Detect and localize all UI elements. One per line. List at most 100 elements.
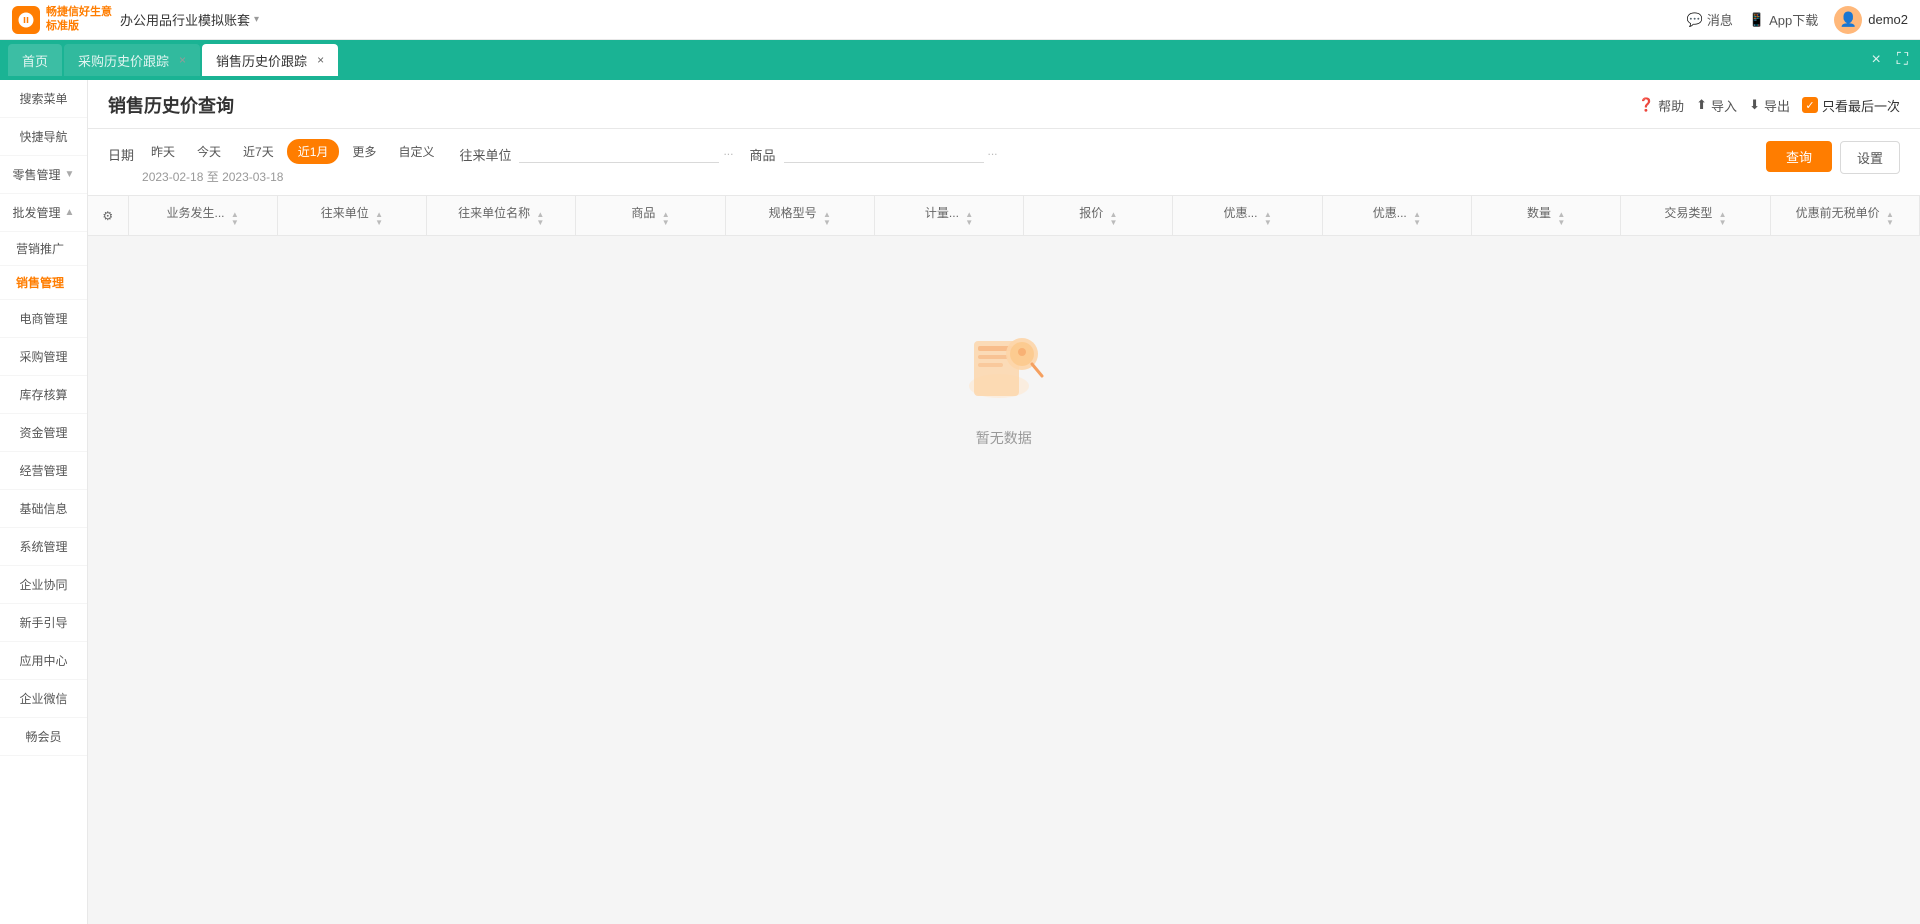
tab-purchase-history-label: 采购历史价跟踪 (78, 51, 169, 70)
sidebar-item-search-menu[interactable]: 搜索菜单 (0, 80, 87, 118)
col-partner-code[interactable]: 往来单位 ▲▼ (277, 196, 426, 236)
col-quote-price[interactable]: 报价 ▲▼ (1024, 196, 1173, 236)
sidebar-item-wholesale-mgmt[interactable]: 批发管理 ▲ (0, 194, 87, 232)
ecommerce-mgmt-label: 电商管理 (19, 310, 67, 327)
partner-input-group: ... (519, 139, 733, 163)
sort-quote-price-icon[interactable]: ▲▼ (1110, 211, 1118, 227)
sidebar-item-operations-mgmt[interactable]: 经营管理 (0, 452, 87, 490)
date-btn-today[interactable]: 今天 (188, 139, 230, 164)
member-label: 畅会员 (25, 728, 61, 745)
only-last-checkbox-label[interactable]: 只看最后一次 (1802, 96, 1900, 115)
sidebar-item-marketing-promo[interactable]: 营销推广 (0, 232, 87, 266)
empty-text: 暂无数据 (976, 428, 1032, 448)
date-options: 昨天 今天 近7天 近1月 更多 自定义 2023-02-18 至 2023-0… (142, 139, 443, 185)
date-btn-yesterday[interactable]: 昨天 (142, 139, 184, 164)
date-btn-1month[interactable]: 近1月 (287, 139, 340, 164)
date-btn-more[interactable]: 更多 (343, 139, 385, 164)
sidebar-item-retail-mgmt[interactable]: 零售管理 ▼ (0, 156, 87, 194)
sidebar-item-inventory-check[interactable]: 库存核算 (0, 376, 87, 414)
tab-home[interactable]: 首页 (8, 44, 62, 76)
sort-pretax-price-icon[interactable]: ▲▼ (1886, 211, 1894, 227)
goods-filter-label: 商品 (749, 139, 775, 164)
partner-dots[interactable]: ... (723, 144, 733, 158)
message-button[interactable]: 💬 消息 (1687, 10, 1733, 29)
sort-partner-code-icon[interactable]: ▲▼ (375, 211, 383, 227)
wholesale-expand-icon: ▲ (65, 207, 75, 218)
page-title: 销售历史价查询 (108, 92, 234, 118)
sort-partner-name-icon[interactable]: ▲▼ (536, 211, 544, 227)
export-icon: ⬇ (1749, 97, 1760, 113)
col-partner-name[interactable]: 往来单位名称 ▲▼ (427, 196, 576, 236)
sort-discount1-icon[interactable]: ▲▼ (1264, 211, 1272, 227)
col-spec-label: 规格型号 (769, 206, 817, 220)
sidebar-item-system-settings[interactable]: 系统管理 (0, 528, 87, 566)
tab-purchase-history-close[interactable]: × (179, 53, 186, 67)
sidebar-item-enterprise-collab[interactable]: 企业协同 (0, 566, 87, 604)
col-unit-label: 计量... (925, 206, 959, 220)
sidebar-item-member[interactable]: 畅会员 (0, 718, 87, 756)
col-goods[interactable]: 商品 ▲▼ (576, 196, 725, 236)
retail-mgmt-label: 零售管理 (13, 166, 61, 183)
sort-quantity-icon[interactable]: ▲▼ (1557, 211, 1565, 227)
goods-filter-group: 商品 ... (749, 139, 997, 164)
table-header: ⚙ 业务发生... ▲▼ 往来单位 ▲▼ 往来单位名称 ▲▼ (88, 196, 1920, 236)
sidebar-item-app-center[interactable]: 应用中心 (0, 642, 87, 680)
settings-button[interactable]: 设置 (1840, 141, 1900, 174)
date-buttons: 昨天 今天 近7天 近1月 更多 自定义 (142, 139, 443, 164)
close-all-tabs-button[interactable]: × (1867, 47, 1884, 73)
tab-purchase-history[interactable]: 采购历史价跟踪 × (64, 44, 200, 76)
help-button[interactable]: ❓ 帮助 (1638, 96, 1684, 115)
tab-sales-history[interactable]: 销售历史价跟踪 × (202, 44, 338, 76)
col-trade-type[interactable]: 交易类型 ▲▼ (1621, 196, 1770, 236)
sidebar-item-purchase-mgmt[interactable]: 采购管理 (0, 338, 87, 376)
settings-gear-icon[interactable]: ⚙ (102, 209, 113, 223)
sort-discount2-icon[interactable]: ▲▼ (1413, 211, 1421, 227)
sidebar-item-enterprise-wechat[interactable]: 企业微信 (0, 680, 87, 718)
col-discount1-label: 优惠... (1223, 206, 1257, 220)
import-button[interactable]: ⬆ 导入 (1696, 96, 1737, 115)
marketing-promo-label: 营销推广 (16, 242, 64, 256)
main-layout: 搜索菜单 快捷导航 零售管理 ▼ 批发管理 ▲ 营销推广 销售管理 电商管理 采… (0, 80, 1920, 924)
export-button[interactable]: ⬇ 导出 (1749, 96, 1790, 115)
sidebar-item-new-user-guide[interactable]: 新手引导 (0, 604, 87, 642)
tab-sales-history-close[interactable]: × (317, 53, 324, 67)
partner-input[interactable] (519, 139, 719, 163)
sidebar-item-basic-info[interactable]: 基础信息 (0, 490, 87, 528)
date-btn-7days[interactable]: 近7天 (234, 139, 283, 164)
sidebar-item-finance-mgmt[interactable]: 资金管理 (0, 414, 87, 452)
sort-spec-icon[interactable]: ▲▼ (823, 211, 831, 227)
col-pretax-price-label: 优惠前无税单价 (1796, 206, 1880, 220)
col-settings[interactable]: ⚙ (88, 196, 128, 236)
sidebar-item-sales-mgmt[interactable]: 销售管理 (0, 266, 87, 300)
query-button[interactable]: 查询 (1766, 141, 1832, 172)
date-btn-custom[interactable]: 自定义 (389, 139, 443, 164)
sort-goods-icon[interactable]: ▲▼ (662, 211, 670, 227)
sidebar-item-quick-nav[interactable]: 快捷导航 (0, 118, 87, 156)
col-quantity[interactable]: 数量 ▲▼ (1472, 196, 1621, 236)
sort-trade-type-icon[interactable]: ▲▼ (1719, 211, 1727, 227)
col-spec[interactable]: 规格型号 ▲▼ (725, 196, 874, 236)
goods-dots[interactable]: ... (988, 144, 998, 158)
sidebar-item-ecommerce-mgmt[interactable]: 电商管理 (0, 300, 87, 338)
date-filter-label: 日期 (108, 139, 134, 164)
user-profile[interactable]: 👤 demo2 (1834, 6, 1908, 34)
quick-nav-label: 快捷导航 (19, 128, 67, 145)
only-last-checkbox[interactable] (1802, 97, 1818, 113)
sort-biz-date-icon[interactable]: ▲▼ (231, 211, 239, 227)
col-discount1[interactable]: 优惠... ▲▼ (1173, 196, 1322, 236)
sort-unit-icon[interactable]: ▲▼ (965, 211, 973, 227)
col-biz-date-label: 业务发生... (167, 206, 225, 220)
app-download-button[interactable]: 📱 App下载 (1749, 10, 1818, 29)
fullscreen-button[interactable]: ⛶ (1893, 47, 1912, 73)
col-unit[interactable]: 计量... ▲▼ (874, 196, 1023, 236)
goods-input[interactable] (784, 139, 984, 163)
sales-mgmt-label: 销售管理 (16, 276, 64, 290)
page-header: 销售历史价查询 ❓ 帮助 ⬆ 导入 ⬇ 导出 (88, 80, 1920, 129)
wholesale-mgmt-label: 批发管理 (13, 204, 61, 221)
col-pretax-price[interactable]: 优惠前无税单价 ▲▼ (1770, 196, 1919, 236)
col-biz-date[interactable]: 业务发生... ▲▼ (128, 196, 277, 236)
table-body: 暂无数据 (88, 236, 1920, 529)
app-selector[interactable]: 办公用品行业模拟账套 ▾ (120, 10, 259, 29)
col-partner-code-label: 往来单位 (321, 206, 369, 220)
col-discount2[interactable]: 优惠... ▲▼ (1322, 196, 1471, 236)
